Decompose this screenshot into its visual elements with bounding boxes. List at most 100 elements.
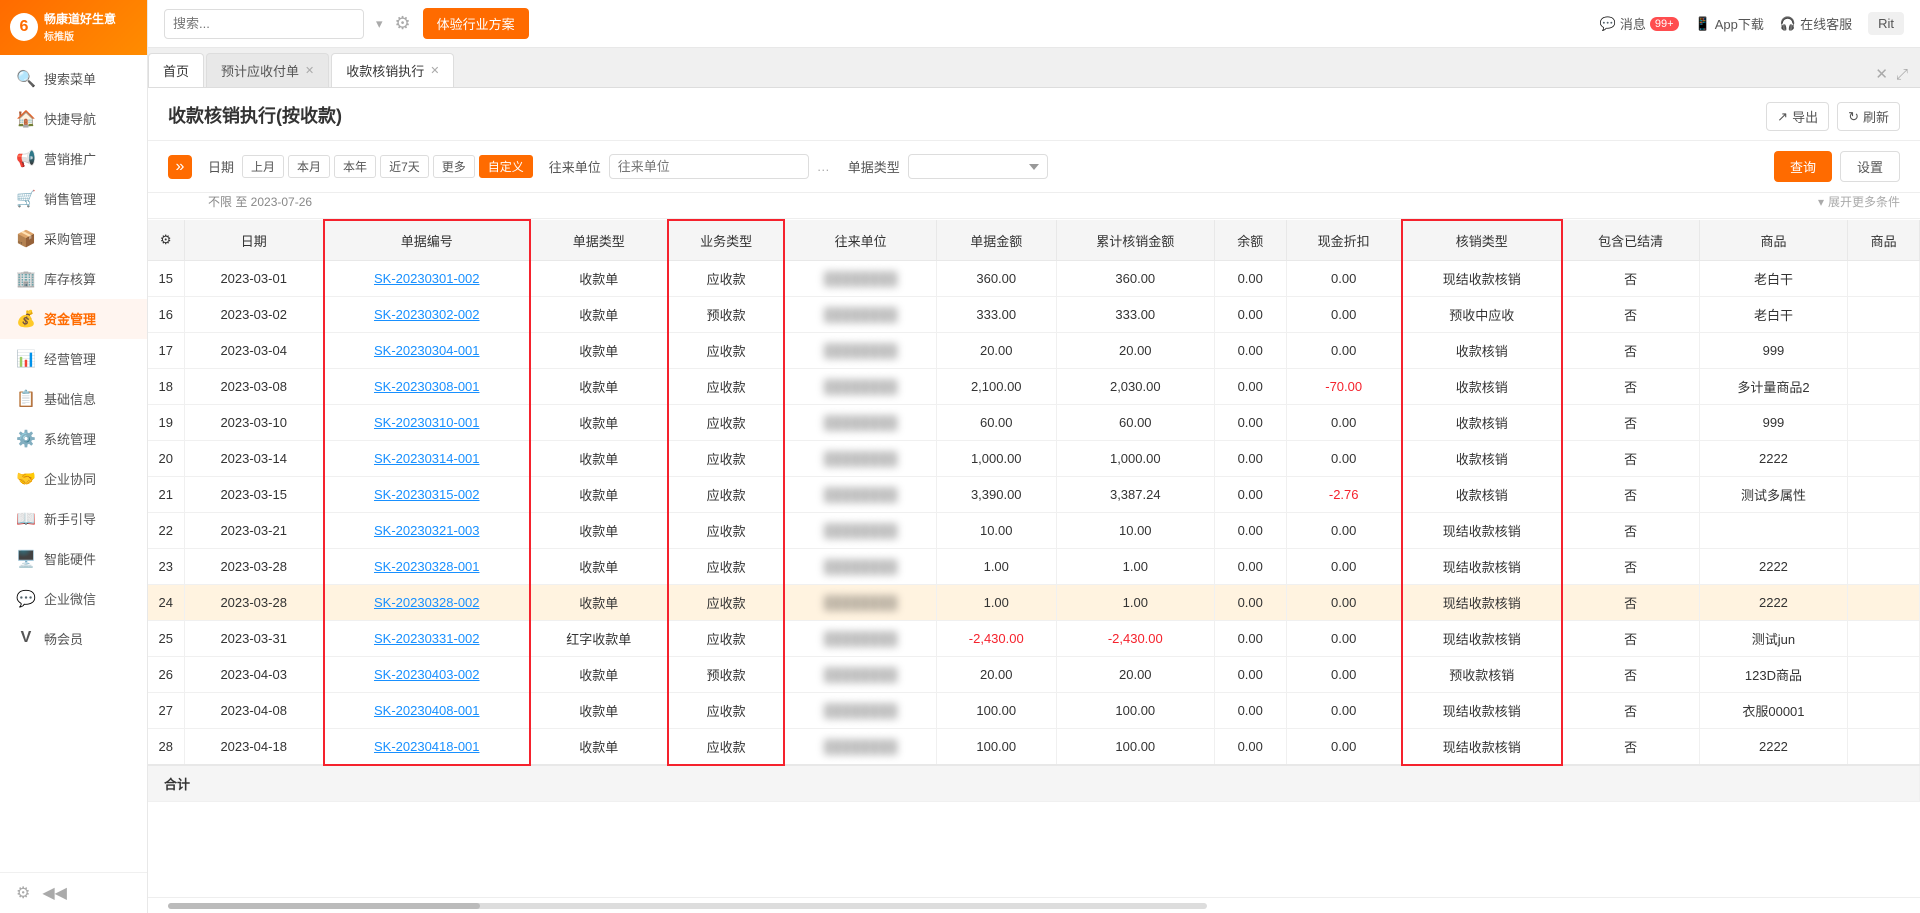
bill-no-link[interactable]: SK-20230314-001 xyxy=(374,451,480,466)
bill-no-link[interactable]: SK-20230302-002 xyxy=(374,307,480,322)
included-cell: 否 xyxy=(1562,657,1699,693)
chat-icon: 💬 xyxy=(16,589,36,609)
filter-more-icon[interactable]: … xyxy=(817,159,832,174)
maximize-icon[interactable]: ⤢ xyxy=(1896,66,1908,83)
sidebar-item-inventory[interactable]: 🏢 库存核算 xyxy=(0,259,147,299)
chevron-down-icon[interactable]: ▾ xyxy=(376,16,383,32)
bill-no-cell[interactable]: SK-20230304-001 xyxy=(324,333,530,369)
sidebar-item-purchase[interactable]: 📦 采购管理 xyxy=(0,219,147,259)
online-service-btn[interactable]: 🎧 在线客服 xyxy=(1780,14,1852,33)
bill-no-link[interactable]: SK-20230308-001 xyxy=(374,379,480,394)
bill-no-link[interactable]: SK-20230304-001 xyxy=(374,343,480,358)
app-download-btn[interactable]: 📱 App下载 xyxy=(1695,14,1764,33)
tab-home[interactable]: 首页 xyxy=(148,53,204,87)
sidebar-item-sales[interactable]: 🛒 销售管理 xyxy=(0,179,147,219)
th-date: 日期 xyxy=(184,220,324,261)
amount-cell: 360.00 xyxy=(936,261,1056,297)
bill-no-cell[interactable]: SK-20230408-001 xyxy=(324,693,530,729)
sidebar-item-enterprise[interactable]: 🤝 企业协同 xyxy=(0,459,147,499)
bill-type-select[interactable] xyxy=(908,154,1048,179)
industry-solution-button[interactable]: 体验行业方案 xyxy=(423,8,529,39)
tab-payable[interactable]: 预计应收付单 ✕ xyxy=(206,53,329,87)
bill-no-link[interactable]: SK-20230403-002 xyxy=(374,667,480,682)
finance-icon: 💰 xyxy=(16,309,36,329)
bill-no-link[interactable]: SK-20230315-002 xyxy=(374,487,480,502)
sidebar-item-wechat[interactable]: 💬 企业微信 xyxy=(0,579,147,619)
bill-no-cell[interactable]: SK-20230418-001 xyxy=(324,729,530,766)
bill-no-cell[interactable]: SK-20230403-002 xyxy=(324,657,530,693)
sidebar-item-marketing[interactable]: 📢 营销推广 xyxy=(0,139,147,179)
query-button[interactable]: 查询 xyxy=(1774,151,1832,182)
sidebar-item-operation[interactable]: 📊 经营管理 xyxy=(0,339,147,379)
setting-button[interactable]: 设置 xyxy=(1840,151,1900,182)
bill-no-cell[interactable]: SK-20230328-001 xyxy=(324,549,530,585)
bill-no-cell[interactable]: SK-20230328-002 xyxy=(324,585,530,621)
data-table-container[interactable]: ⚙ 日期 单据编号 单据类型 业务类型 往来单位 单据金额 累计核销金额 余额 … xyxy=(148,219,1920,897)
sidebar-item-system[interactable]: ⚙️ 系统管理 xyxy=(0,419,147,459)
bill-no-link[interactable]: SK-20230328-002 xyxy=(374,595,480,610)
sidebar-item-basic[interactable]: 📋 基础信息 xyxy=(0,379,147,419)
bill-no-cell[interactable]: SK-20230321-003 xyxy=(324,513,530,549)
bill-no-cell[interactable]: SK-20230331-002 xyxy=(324,621,530,657)
sidebar-item-hardware[interactable]: 🖥️ 智能硬件 xyxy=(0,539,147,579)
filter-action-buttons: 查询 设置 xyxy=(1774,151,1900,182)
topbar-gear-icon[interactable]: ⚙ xyxy=(395,13,411,34)
search-input[interactable] xyxy=(164,9,364,39)
tab-collection-close-icon[interactable]: ✕ xyxy=(430,64,439,77)
close-tab-icon[interactable]: ✕ xyxy=(1875,65,1888,83)
bill-no-cell[interactable]: SK-20230315-002 xyxy=(324,477,530,513)
horizontal-scrollbar[interactable] xyxy=(148,897,1920,913)
more-date-btn[interactable]: 更多 xyxy=(433,155,475,178)
last-7days-btn[interactable]: 近7天 xyxy=(380,155,429,178)
settings-icon[interactable]: ⚙ xyxy=(16,883,30,903)
sidebar-item-finance[interactable]: 💰 资金管理 xyxy=(0,299,147,339)
last-month-btn[interactable]: 上月 xyxy=(242,155,284,178)
bill-no-link[interactable]: SK-20230331-002 xyxy=(374,631,480,646)
user-avatar[interactable]: Rit xyxy=(1868,12,1904,35)
scrollbar-thumb[interactable] xyxy=(168,903,480,909)
bill-no-link[interactable]: SK-20230301-002 xyxy=(374,271,480,286)
this-month-btn[interactable]: 本月 xyxy=(288,155,330,178)
message-area[interactable]: 💬 消息 99+ xyxy=(1600,14,1679,33)
list-icon: 📋 xyxy=(16,389,36,409)
bill-no-cell[interactable]: SK-20230310-001 xyxy=(324,405,530,441)
bill-no-link[interactable]: SK-20230310-001 xyxy=(374,415,480,430)
export-button[interactable]: ↗ 导出 xyxy=(1766,102,1829,131)
bill-no-cell[interactable]: SK-20230308-001 xyxy=(324,369,530,405)
sidebar-item-member[interactable]: V 畅会员 xyxy=(0,619,147,658)
bill-no-cell[interactable]: SK-20230314-001 xyxy=(324,441,530,477)
amount-cell: 20.00 xyxy=(936,333,1056,369)
bill-no-link[interactable]: SK-20230418-001 xyxy=(374,739,480,754)
bill-no-link[interactable]: SK-20230328-001 xyxy=(374,559,480,574)
th-included: 包含已结清 xyxy=(1562,220,1699,261)
filter-expand-button[interactable]: » xyxy=(168,155,192,179)
column-settings-icon[interactable]: ⚙ xyxy=(160,232,172,247)
refresh-button[interactable]: ↻ 刷新 xyxy=(1837,102,1900,131)
sidebar-item-shortcut[interactable]: 🏠 快捷导航 xyxy=(0,99,147,139)
custom-date-btn[interactable]: 自定义 xyxy=(479,155,533,178)
tab-collection-label: 收款核销执行 xyxy=(346,61,424,80)
scrollbar-track[interactable] xyxy=(168,903,1207,909)
bill-no-cell[interactable]: SK-20230301-002 xyxy=(324,261,530,297)
partner-filter-input[interactable] xyxy=(609,154,809,179)
th-settings[interactable]: ⚙ xyxy=(148,220,184,261)
cum-amount-cell: 1.00 xyxy=(1056,549,1214,585)
collapse-icon[interactable]: ◀◀ xyxy=(42,883,67,903)
goods1-cell: 999 xyxy=(1699,405,1848,441)
bill-no-cell[interactable]: SK-20230302-002 xyxy=(324,297,530,333)
table-footer-label: 合计 xyxy=(148,765,1920,802)
bill-no-link[interactable]: SK-20230408-001 xyxy=(374,703,480,718)
sidebar-item-guide[interactable]: 📖 新手引导 xyxy=(0,499,147,539)
sidebar-label-search: 搜索菜单 xyxy=(44,69,96,88)
write-off-type-cell: 预收中应收 xyxy=(1402,297,1562,333)
this-year-btn[interactable]: 本年 xyxy=(334,155,376,178)
goods1-cell: 2222 xyxy=(1699,729,1848,766)
tab-collection[interactable]: 收款核销执行 ✕ xyxy=(331,53,454,87)
expand-more-conditions-btn[interactable]: ▾ 展开更多条件 xyxy=(1818,193,1900,210)
included-cell: 否 xyxy=(1562,621,1699,657)
bill-no-link[interactable]: SK-20230321-003 xyxy=(374,523,480,538)
sidebar-item-search[interactable]: 🔍 搜索菜单 xyxy=(0,59,147,99)
th-bill-no: 单据编号 xyxy=(324,220,530,261)
tab-payable-close-icon[interactable]: ✕ xyxy=(305,64,314,77)
goods1-cell: 老白干 xyxy=(1699,261,1848,297)
